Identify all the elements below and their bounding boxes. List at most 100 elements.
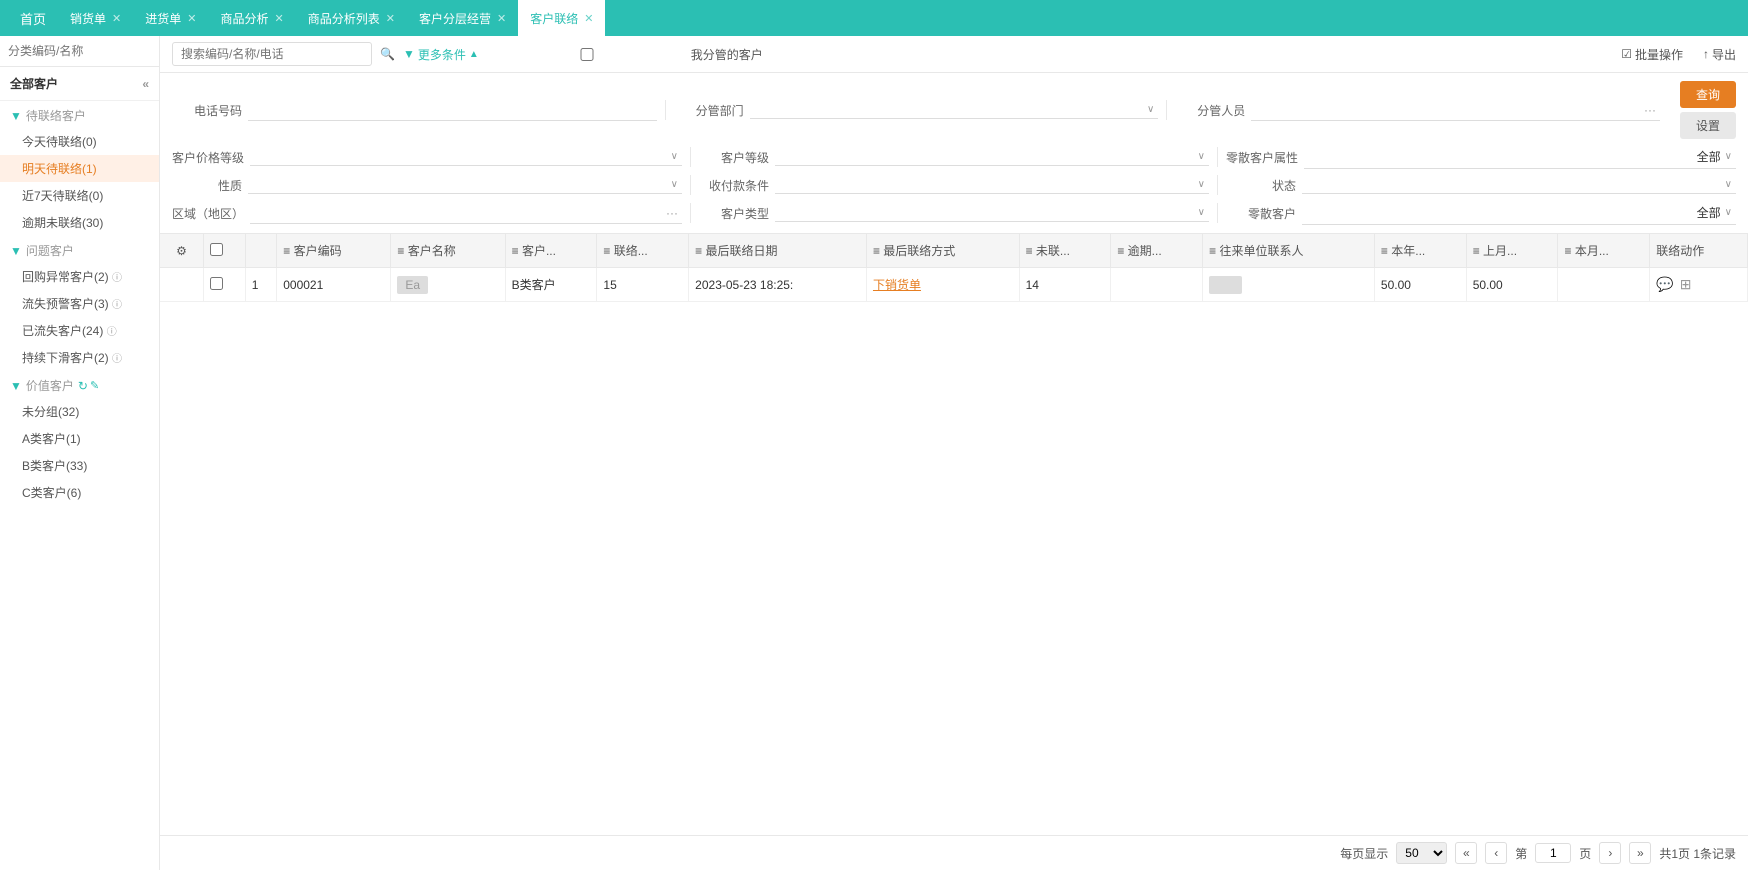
nav-customer-tier[interactable]: 客户分层经营 ✕ (407, 0, 518, 36)
col-last-month[interactable]: ≡ 上月... (1466, 234, 1558, 268)
close-analysis-table-icon[interactable]: ✕ (386, 12, 395, 25)
close-customer-tier-icon[interactable]: ✕ (497, 12, 506, 25)
nav-analysis[interactable]: 商品分析 ✕ (208, 0, 295, 36)
nav-purchase[interactable]: 进货单 ✕ (133, 0, 208, 36)
col-overdue[interactable]: ≡ 逾期... (1111, 234, 1203, 268)
settings-button[interactable]: 设置 (1680, 112, 1736, 139)
row-check[interactable] (210, 277, 223, 290)
query-button[interactable]: 查询 (1680, 81, 1736, 108)
sidebar-item-a-class[interactable]: A类客户(1) (0, 425, 159, 452)
export-btn[interactable]: ↑ 导出 (1703, 46, 1736, 63)
col-this-year[interactable]: ≡ 本年... (1374, 234, 1466, 268)
dept-select[interactable]: ∨ (750, 101, 1159, 119)
row-not-contact: 14 (1019, 268, 1111, 302)
sidebar-item-loss-risk[interactable]: 流失预警客户(3) ⓘ (0, 290, 159, 317)
sidebar-item-repurchase-abnormal[interactable]: 回购异常客户(2) ⓘ (0, 263, 159, 290)
close-sales-icon[interactable]: ✕ (112, 12, 121, 25)
retail-attr-select[interactable]: 全部 ∨ (1304, 145, 1736, 169)
price-level-select[interactable]: ∨ (250, 148, 682, 166)
row-last-contact-method[interactable]: 下销货单 (866, 268, 1019, 302)
filter-icon: ▼ (403, 47, 415, 61)
close-analysis-icon[interactable]: ✕ (275, 12, 284, 25)
close-purchase-icon[interactable]: ✕ (187, 12, 196, 25)
status-select[interactable]: ∨ (1302, 176, 1736, 194)
customer-level-select[interactable]: ∨ (775, 148, 1209, 166)
sidebar-item-ungrouped[interactable]: 未分组(32) (0, 398, 159, 425)
row-checkbox[interactable] (204, 268, 246, 302)
col-checkbox[interactable] (204, 234, 246, 268)
sidebar-item-lost[interactable]: 已流失客户(24) ⓘ (0, 317, 159, 344)
sidebar-item-c-class[interactable]: C类客户(6) (0, 479, 159, 506)
row-last-contact-date: 2023-05-23 18:25: (689, 268, 867, 302)
next-page-btn[interactable]: › (1599, 842, 1621, 864)
sidebar-item-b-class[interactable]: B类客户(33) (0, 452, 159, 479)
select-all-checkbox[interactable] (210, 243, 223, 256)
sidebar-group-problem[interactable]: ▼ 问题客户 (0, 236, 159, 263)
filter-panel: 电话号码 分管部门 ∨ 分管人员 ··· (160, 73, 1748, 234)
table-footer: 每页显示 50 100 200 « ‹ 第 页 › » 共1页 1条记录 (160, 835, 1748, 870)
data-table-container: ⚙ ≡ 客户编码 ≡ 客户名称 ≡ 客户... ≡ 联络... ≡ 最后联络日期… (160, 234, 1748, 835)
sidebar-item-continuous-down[interactable]: 持续下滑客户(2) ⓘ (0, 344, 159, 371)
filter-customer-type: 客户类型 ∨ (699, 204, 1209, 222)
chevron-up-icon: ▲ (469, 49, 479, 60)
filter-retail-customer: 零散客户 全部 ∨ (1226, 201, 1736, 225)
my-customers-check[interactable] (487, 48, 687, 61)
nav-customer-contact[interactable]: 客户联络 ✕ (518, 0, 605, 36)
area-select[interactable]: ··· (250, 203, 682, 224)
refresh-value-icon[interactable]: ↻ (78, 379, 88, 393)
sidebar-search-input[interactable] (8, 44, 160, 58)
customer-type-select[interactable]: ∨ (775, 204, 1209, 222)
edit-value-icon[interactable]: ✎ (90, 379, 99, 392)
col-customer-name[interactable]: ≡ 客户名称 (391, 234, 505, 268)
page-end-label: 页 (1579, 845, 1591, 862)
col-last-contact-method[interactable]: ≡ 最后联络方式 (866, 234, 1019, 268)
col-not-contact[interactable]: ≡ 未联... (1019, 234, 1111, 268)
row-seq: 1 (245, 268, 277, 302)
col-customer-type[interactable]: ≡ 客户... (505, 234, 597, 268)
more-action-icon[interactable]: ⊞ (1680, 276, 1692, 293)
sidebar-search-bar[interactable]: 🔍 (0, 36, 159, 67)
col-unit-contact[interactable]: ≡ 往来单位联系人 (1203, 234, 1375, 268)
close-customer-contact-icon[interactable]: ✕ (584, 12, 593, 25)
col-settings[interactable]: ⚙ (160, 234, 204, 268)
sidebar-group-value[interactable]: ▼ 价值客户 ↻ ✎ (0, 371, 159, 398)
more-conditions-btn[interactable]: ▼ 更多条件 ▲ (403, 46, 479, 63)
col-this-month[interactable]: ≡ 本月... (1558, 234, 1650, 268)
page-number-input[interactable] (1535, 843, 1571, 863)
col-last-contact-date[interactable]: ≡ 最后联络日期 (689, 234, 867, 268)
row-overdue (1111, 268, 1203, 302)
filter-customer-level: 客户等级 ∨ (699, 148, 1209, 166)
row-customer-name[interactable]: Ea (391, 268, 505, 302)
first-page-btn[interactable]: « (1455, 842, 1477, 864)
col-contact[interactable]: ≡ 联络... (597, 234, 689, 268)
retail-customer-select[interactable]: 全部 ∨ (1302, 201, 1736, 225)
nav-home[interactable]: 首页 (8, 0, 58, 36)
sidebar-item-overdue-contact[interactable]: 逾期未联络(30) (0, 209, 159, 236)
phone-input[interactable] (248, 100, 657, 121)
sidebar-collapse-icon[interactable]: « (142, 77, 149, 91)
row-last-month: 50.00 (1466, 268, 1558, 302)
sidebar-item-today[interactable]: 今天待联络(0) (0, 128, 159, 155)
payment-select[interactable]: ∨ (775, 176, 1209, 194)
per-page-label: 每页显示 (1340, 845, 1388, 862)
nature-select[interactable]: ∨ (248, 176, 682, 194)
prev-page-btn[interactable]: ‹ (1485, 842, 1507, 864)
nav-analysis-table[interactable]: 商品分析列表 ✕ (296, 0, 407, 36)
sidebar-all-customers[interactable]: 全部客户 « (0, 67, 159, 101)
sidebar-item-week[interactable]: 近7天待联络(0) (0, 182, 159, 209)
filter-manager: 分管人员 ··· (1175, 100, 1660, 121)
search-icon[interactable]: 🔍 (380, 47, 395, 61)
nav-sales[interactable]: 销货单 ✕ (58, 0, 133, 36)
sidebar-group-pending[interactable]: ▼ 待联络客户 (0, 101, 159, 128)
sidebar-item-tomorrow[interactable]: 明天待联络(1) (0, 155, 159, 182)
batch-ops-icon: ☑ (1621, 47, 1632, 61)
contact-icon[interactable]: 💬 (1656, 276, 1673, 293)
col-customer-code[interactable]: ≡ 客户编码 (277, 234, 391, 268)
filter-status: 状态 ∨ (1226, 176, 1736, 194)
my-customers-checkbox[interactable]: 我分管的客户 (487, 46, 763, 63)
search-input[interactable] (172, 42, 372, 66)
last-page-btn[interactable]: » (1629, 842, 1651, 864)
per-page-select[interactable]: 50 100 200 (1396, 842, 1447, 864)
manager-select[interactable]: ··· (1251, 100, 1660, 121)
batch-ops-btn[interactable]: ☑ 批量操作 (1621, 46, 1683, 63)
